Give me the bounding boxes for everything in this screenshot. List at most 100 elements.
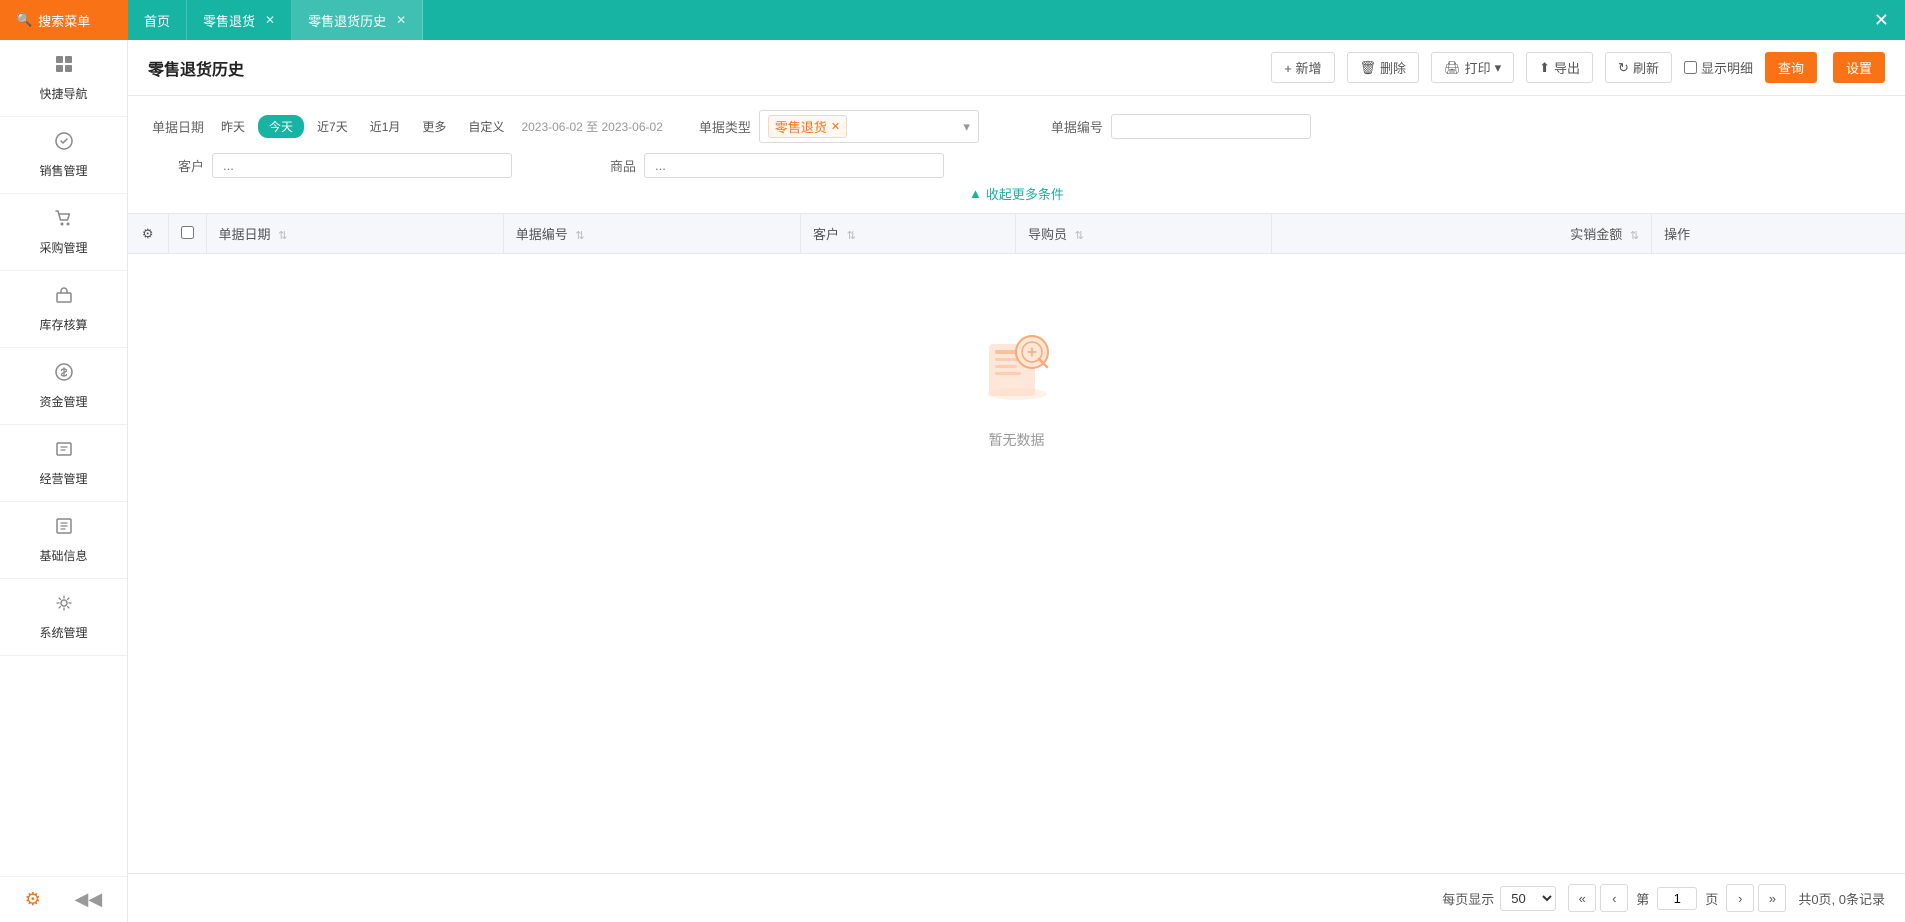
collapse-row: ▲ 收起更多条件 <box>148 178 1885 207</box>
filter-bill-type-tag: 零售退货 ✕ <box>768 115 847 138</box>
sales-icon <box>54 131 74 156</box>
tab-home-label: 首页 <box>144 11 170 30</box>
page-size-wrap: 每页显示 10 20 50 100 <box>1442 886 1556 911</box>
filter-bill-number-field: 单据编号 <box>1047 114 1447 139</box>
filter-bill-type-tag-text: 零售退货 <box>775 117 827 136</box>
sidebar-item-system[interactable]: 系统管理 <box>0 579 127 656</box>
filter-customer-input[interactable] <box>212 153 512 178</box>
tab-retail-return[interactable]: 零售退货 ✕ <box>187 0 292 40</box>
th-amount[interactable]: 实销金额 ⇅ <box>1272 214 1652 254</box>
sidebar-item-operations[interactable]: 经营管理 <box>0 425 127 502</box>
page-nav: « ‹ 第 1 页 › » <box>1568 884 1786 912</box>
date-btn-custom[interactable]: 自定义 <box>459 115 513 138</box>
tab-retail-return-history-close[interactable]: ✕ <box>396 13 406 27</box>
header-actions: + 新增 🗑 删除 🖨 打印 ▾ ⬆ 导出 ↻ 刷新 <box>1271 52 1885 83</box>
filter-rows: 单据日期 昨天 今天 近7天 近1月 更多 自定义 2023-06-02 至 2… <box>148 110 1885 178</box>
select-all-checkbox[interactable] <box>181 226 194 239</box>
inventory-icon <box>54 285 74 310</box>
operations-icon <box>54 439 74 464</box>
sidebar-item-finance-label: 资金管理 <box>39 393 87 410</box>
sound-btn[interactable]: ◀◀ <box>75 889 103 910</box>
window-close-btn[interactable]: ✕ <box>1874 11 1889 29</box>
th-bill-number[interactable]: 单据编号 ⇅ <box>503 214 800 254</box>
filter-customer-label: 客户 <box>148 156 204 175</box>
sidebar-item-purchase[interactable]: 采购管理 <box>0 194 127 271</box>
sidebar-item-basic-info[interactable]: 基础信息 <box>0 502 127 579</box>
tab-home[interactable]: 首页 <box>128 0 187 40</box>
sort-bill-number-icon: ⇅ <box>575 230 584 242</box>
tab-retail-return-history-label: 零售退货历史 <box>308 11 386 30</box>
filter-date-label: 单据日期 <box>148 117 204 136</box>
table-settings-icon[interactable]: ⚙ <box>142 226 154 241</box>
page-unit: 页 <box>1705 889 1718 908</box>
page-number-input[interactable]: 1 <box>1657 887 1697 910</box>
print-btn[interactable]: 🖨 打印 ▾ <box>1431 52 1514 83</box>
query-btn[interactable]: 查询 <box>1765 52 1817 83</box>
show-detail-label: 显示明细 <box>1701 58 1753 77</box>
date-btn-yesterday[interactable]: 昨天 <box>212 115 254 138</box>
th-settings[interactable]: ⚙ <box>128 214 168 254</box>
new-btn[interactable]: + 新增 <box>1271 52 1334 83</box>
show-detail-checkbox[interactable] <box>1684 61 1697 74</box>
empty-row: 暂无数据 <box>128 254 1905 511</box>
filter-bill-type-select[interactable]: 零售退货 ✕ ▾ <box>759 110 979 143</box>
content-area: 零售退货历史 + 新增 🗑 删除 🖨 打印 ▾ ⬆ 导出 ↻ <box>128 40 1905 922</box>
date-btn-more[interactable]: 更多 <box>413 115 455 138</box>
tab-bar: 首页 零售退货 ✕ 零售退货历史 ✕ <box>128 0 1905 40</box>
refresh-btn[interactable]: ↻ 刷新 <box>1605 52 1672 83</box>
show-detail-checkbox-wrap[interactable]: 显示明细 <box>1684 58 1753 77</box>
sidebar-item-basic-info-label: 基础信息 <box>39 547 87 564</box>
th-guide[interactable]: 导购员 ⇅ <box>1015 214 1271 254</box>
sidebar: 快捷导航 销售管理 采购管理 库存核算 资金管理 <box>0 40 128 922</box>
date-btn-7days[interactable]: 近7天 <box>308 115 357 138</box>
per-page-label: 每页显示 <box>1442 889 1494 908</box>
page-last-btn[interactable]: » <box>1758 884 1786 912</box>
date-btn-today[interactable]: 今天 <box>258 115 304 138</box>
main-layout: 快捷导航 销售管理 采购管理 库存核算 资金管理 <box>0 40 1905 922</box>
filter-date-field: 单据日期 昨天 今天 近7天 近1月 更多 自定义 2023-06-02 至 2… <box>148 115 663 138</box>
sort-guide-icon: ⇅ <box>1075 230 1084 242</box>
page-next-btn[interactable]: › <box>1726 884 1754 912</box>
sidebar-item-sales-label: 销售管理 <box>39 162 87 179</box>
empty-state: 暂无数据 <box>128 254 1905 510</box>
settings-btn[interactable]: ⚙ <box>25 889 41 910</box>
filter-bill-type-tag-remove[interactable]: ✕ <box>831 120 840 133</box>
th-customer[interactable]: 客户 ⇅ <box>801 214 1016 254</box>
sort-amount-icon: ⇅ <box>1630 230 1639 242</box>
purchase-icon <box>54 208 74 233</box>
page-prev-btn[interactable]: ‹ <box>1600 884 1628 912</box>
empty-icon <box>967 314 1067 414</box>
search-icon: 🔍 <box>16 12 32 28</box>
sidebar-item-sales[interactable]: 销售管理 <box>0 117 127 194</box>
sidebar-item-quick-nav[interactable]: 快捷导航 <box>0 40 127 117</box>
th-bill-date[interactable]: 单据日期 ⇅ <box>206 214 503 254</box>
sidebar-bottom: ⚙ ◀◀ <box>0 876 127 922</box>
search-menu-label: 搜索菜单 <box>38 11 90 30</box>
settings-action-btn[interactable]: 设置 <box>1833 52 1885 83</box>
sidebar-item-finance[interactable]: 资金管理 <box>0 348 127 425</box>
export-icon: ⬆ <box>1539 60 1550 76</box>
filter-customer-field: 客户 <box>148 153 548 178</box>
page-first-btn[interactable]: « <box>1568 884 1596 912</box>
filter-bill-number-input[interactable] <box>1111 114 1311 139</box>
search-menu-btn[interactable]: 🔍 搜索菜单 <box>0 0 128 40</box>
per-page-select[interactable]: 10 20 50 100 <box>1500 886 1556 911</box>
delete-btn[interactable]: 🗑 删除 <box>1347 52 1420 83</box>
print-icon: 🖨 <box>1444 60 1461 76</box>
tab-retail-return-label: 零售退货 <box>203 11 255 30</box>
filter-goods-label: 商品 <box>580 156 636 175</box>
filter-bill-number-label: 单据编号 <box>1047 117 1103 136</box>
delete-icon: 🗑 <box>1360 60 1377 76</box>
sort-bill-date-icon: ⇅ <box>278 230 287 242</box>
th-checkbox[interactable] <box>168 214 206 254</box>
sidebar-item-inventory[interactable]: 库存核算 <box>0 271 127 348</box>
date-btn-1month[interactable]: 近1月 <box>361 115 410 138</box>
collapse-btn[interactable]: ▲ 收起更多条件 <box>969 184 1064 203</box>
refresh-icon: ↻ <box>1618 60 1629 76</box>
sidebar-item-purchase-label: 采购管理 <box>39 239 87 256</box>
tab-retail-return-close[interactable]: ✕ <box>265 13 275 27</box>
export-btn[interactable]: ⬆ 导出 <box>1526 52 1593 83</box>
data-table: ⚙ 单据日期 ⇅ 单据编号 ⇅ <box>128 214 1905 510</box>
filter-goods-input[interactable] <box>644 153 944 178</box>
tab-retail-return-history[interactable]: 零售退货历史 ✕ <box>292 0 423 40</box>
